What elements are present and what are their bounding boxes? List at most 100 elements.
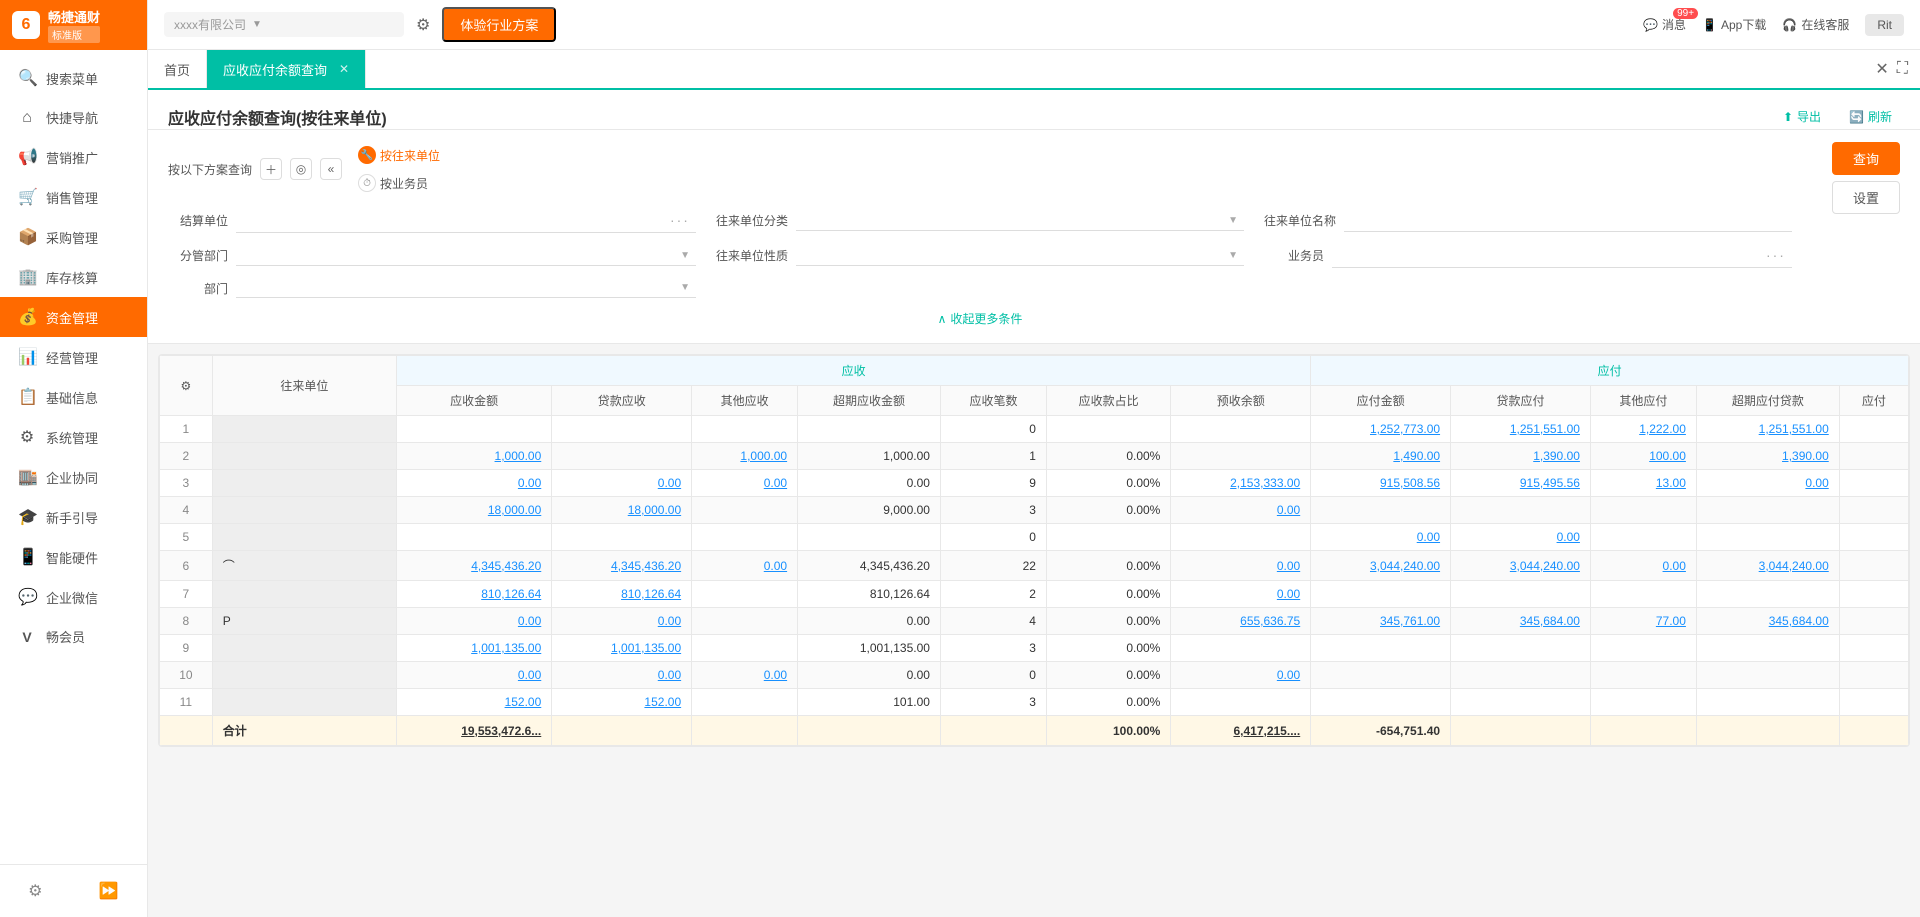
- table-row: 101,252,773.001,251,551.001,222.001,251,…: [160, 416, 1909, 443]
- operations-icon: 📊: [18, 347, 36, 367]
- settlement-input[interactable]: ···: [236, 208, 696, 233]
- header-settings-icon[interactable]: ⚙: [416, 15, 430, 35]
- sidebar-item-guide[interactable]: 🎓 新手引导: [0, 497, 147, 537]
- th-ar-prepaid: 预收余额: [1171, 386, 1311, 416]
- sidebar-item-operations[interactable]: 📊 经营管理: [0, 337, 147, 377]
- filter-target-button[interactable]: ◎: [290, 158, 312, 180]
- partner-nature-input[interactable]: ▼: [796, 246, 1244, 266]
- page-actions: ⬆ 导出 🔄 刷新: [1775, 104, 1900, 129]
- table-row: 91,001,135.001,001,135.001,001,135.0030.…: [160, 635, 1909, 662]
- filter-collapse-btn[interactable]: «: [320, 158, 342, 180]
- sidebar-item-member[interactable]: V 畅会员: [0, 617, 147, 656]
- header-right: 💬 消息 99+ 📱 App下载 🎧 在线客服 Rit: [1643, 14, 1904, 36]
- settings-button[interactable]: 设置: [1832, 181, 1900, 214]
- sidebar-item-system[interactable]: ⚙ 系统管理: [0, 417, 147, 457]
- dept-input[interactable]: ▼: [236, 278, 696, 298]
- breadcrumb-chevron-icon: ▼: [252, 19, 262, 30]
- query-button[interactable]: 查询: [1832, 142, 1900, 175]
- sidebar-item-inventory[interactable]: 🏢 库存核算: [0, 257, 147, 297]
- partner-name-input[interactable]: [1344, 209, 1792, 232]
- th-ap-col: 应付: [1839, 386, 1908, 416]
- header-breadcrumb[interactable]: xxxx有限公司 ▼: [164, 12, 404, 37]
- header-app-btn[interactable]: 📱 App下载: [1702, 16, 1766, 33]
- sidebar-item-corp[interactable]: 🏬 企业协同: [0, 457, 147, 497]
- header-service-btn[interactable]: 🎧 在线客服: [1782, 16, 1849, 33]
- partner-category-input[interactable]: ▼: [796, 211, 1244, 231]
- export-button[interactable]: ⬆ 导出: [1775, 104, 1829, 129]
- filter-toolbar-label: 按以下方案查询: [168, 161, 252, 178]
- th-settings[interactable]: ⚙: [160, 356, 213, 416]
- table-row: 500.000.00: [160, 524, 1909, 551]
- header-user-btn[interactable]: Rit: [1865, 14, 1904, 36]
- tab-expand-icon[interactable]: ⛶: [1897, 60, 1908, 78]
- page-header: 应收应付余额查询(按往来单位) ⬆ 导出 🔄 刷新: [148, 90, 1920, 130]
- query-actions: 查询 设置: [1812, 142, 1900, 214]
- sidebar-bottom: ⚙ ⏩: [0, 864, 147, 917]
- filter-scheme-partner[interactable]: 🔧 按往来单位: [350, 142, 448, 168]
- table-container: ⚙ 往来单位 应收 应付 应收金额 贷款应收 其他应收 超期应收金额 应收笔数 …: [158, 354, 1910, 747]
- sidebar-item-hardware[interactable]: 📱 智能硬件: [0, 537, 147, 577]
- dept-chevron-icon: ▼: [680, 282, 690, 293]
- footer-ar-prepaid[interactable]: 6,417,215....: [1171, 716, 1311, 746]
- th-ar-group: 应收: [397, 356, 1311, 386]
- home-icon: ⌂: [18, 109, 36, 127]
- sidebar-settings-btn[interactable]: ⚙: [22, 875, 48, 907]
- tab-bar-actions: ✕ ⛶: [1863, 50, 1920, 88]
- th-ap-loan: 贷款应付: [1451, 386, 1591, 416]
- tab-close-icon[interactable]: ✕: [339, 62, 349, 76]
- export-icon: ⬆: [1783, 110, 1793, 124]
- th-partner: 往来单位: [212, 356, 396, 416]
- partner-cat-label: 往来单位分类: [716, 212, 788, 229]
- sidebar-item-search[interactable]: 🔍 搜索菜单: [0, 58, 147, 98]
- filter-add-button[interactable]: ＋: [260, 158, 282, 180]
- collapse-icon: ∧: [938, 312, 947, 326]
- sidebar-item-purchase[interactable]: 📦 采购管理: [0, 217, 147, 257]
- salesperson-input[interactable]: ···: [1332, 243, 1792, 268]
- th-ap-group: 应付: [1311, 356, 1909, 386]
- th-ap-overdue: 超期应付贷款: [1696, 386, 1839, 416]
- footer-ar-amount[interactable]: 19,553,472.6...: [397, 716, 552, 746]
- sidebar-collapse-btn[interactable]: ⏩: [93, 875, 125, 907]
- salesperson-dots-icon[interactable]: ···: [1766, 247, 1786, 263]
- table-row: 8P0.000.000.0040.00%655,636.75345,761.00…: [160, 608, 1909, 635]
- settlement-dots-icon[interactable]: ···: [670, 212, 690, 228]
- promo-button[interactable]: 体验行业方案: [442, 7, 556, 42]
- sidebar-item-marketing[interactable]: 📢 营销推广: [0, 137, 147, 177]
- filter-scheme-salesperson[interactable]: ⏱ 按业务员: [350, 170, 448, 196]
- th-ar-count: 应收笔数: [940, 386, 1046, 416]
- th-ar-ratio: 应收款占比: [1046, 386, 1170, 416]
- system-icon: ⚙: [18, 427, 36, 447]
- scheme-partner-label: 按往来单位: [380, 147, 440, 164]
- table-footer-row: 合计 19,553,472.6... 100.00% 6,417,215....…: [160, 716, 1909, 746]
- table-row: 100.000.000.000.0000.00%0.00: [160, 662, 1909, 689]
- table-row: 7810,126.64810,126.64810,126.6420.00%0.0…: [160, 581, 1909, 608]
- finance-icon: 💰: [18, 307, 36, 327]
- tab-ar-query[interactable]: 应收应付余额查询 ✕: [207, 50, 366, 88]
- sidebar-item-base[interactable]: 📋 基础信息: [0, 377, 147, 417]
- sales-icon: 🛒: [18, 187, 36, 207]
- refresh-button[interactable]: 🔄 刷新: [1841, 104, 1900, 129]
- search-icon: 🔍: [18, 68, 36, 88]
- data-table: ⚙ 往来单位 应收 应付 应收金额 贷款应收 其他应收 超期应收金额 应收笔数 …: [159, 355, 1909, 746]
- sidebar-item-quick[interactable]: ⌂ 快捷导航: [0, 98, 147, 137]
- sidebar-item-wechat[interactable]: 💬 企业微信: [0, 577, 147, 617]
- sidebar-item-finance[interactable]: 💰 资金管理: [0, 297, 147, 337]
- th-ap-other: 其他应付: [1590, 386, 1696, 416]
- tab-home[interactable]: 首页: [148, 50, 207, 88]
- table-row: 418,000.0018,000.009,000.0030.00%0.00: [160, 497, 1909, 524]
- msg-badge: 99+: [1673, 8, 1698, 19]
- sidebar-item-sales[interactable]: 🛒 销售管理: [0, 177, 147, 217]
- filter-dept: 部门 ▼: [168, 278, 696, 298]
- header-msg-btn[interactable]: 💬 消息 99+: [1643, 16, 1686, 33]
- company-name: xxxx有限公司: [174, 16, 246, 33]
- inventory-icon: 🏢: [18, 267, 36, 287]
- settlement-label: 结算单位: [168, 212, 228, 229]
- collapse-button[interactable]: ∧ 收起更多条件: [168, 306, 1792, 331]
- salesperson-label: 业务员: [1264, 247, 1324, 264]
- tab-close-all-icon[interactable]: ✕: [1875, 59, 1888, 79]
- app-icon: 📱: [1702, 18, 1717, 32]
- footer-label: 合计: [212, 716, 396, 746]
- table-row: 21,000.001,000.001,000.0010.00%1,490.001…: [160, 443, 1909, 470]
- scheme-partner-icon: 🔧: [358, 146, 376, 164]
- dept-charge-input[interactable]: ▼: [236, 246, 696, 266]
